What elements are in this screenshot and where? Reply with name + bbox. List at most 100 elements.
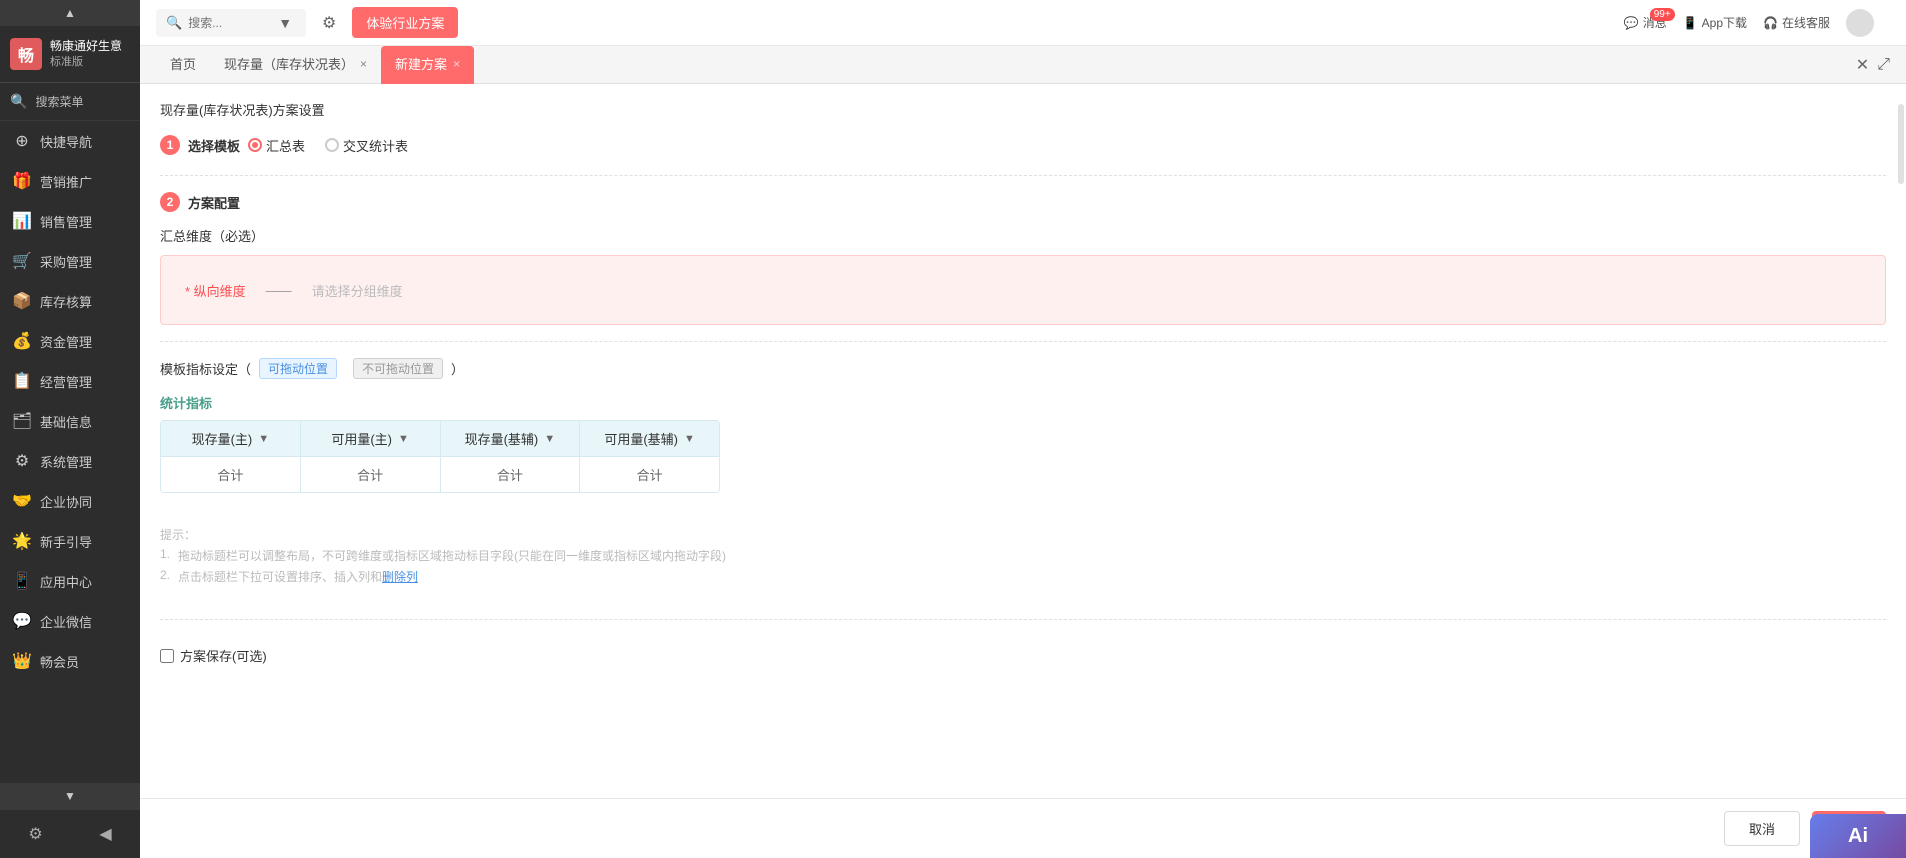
app-icon: 📱 [1683,16,1698,30]
tab-close-all-icon[interactable]: ✕ [1856,55,1869,75]
tab-new-plan-close[interactable]: × [453,57,460,71]
stats-col-body-2: 合计 [441,457,580,492]
sidebar-item-finance[interactable]: 💰 资金管理 [0,321,140,361]
section-divider-1 [160,175,1886,176]
tip-line-2: 2. 点击标题栏下拉可设置排序、插入列和删除列 [160,568,1886,585]
sidebar-item-sales[interactable]: 📊 销售管理 [0,201,140,241]
col-dropdown-0[interactable]: ▼ [258,433,269,445]
message-icon: 💬 [1624,16,1639,30]
main-area: 🔍 ▼ ⚙ 体验行业方案 💬 消息 99+ 📱 App下载 🎧 在线客服 [140,0,1906,858]
sidebar-settings-btn[interactable]: ⚙ [20,820,50,848]
sidebar-item-marketing[interactable]: 🎁 营销推广 [0,161,140,201]
col-dropdown-2[interactable]: ▼ [544,433,555,445]
section1-num: 1 [160,135,180,155]
app-center-icon: 📱 [12,571,32,591]
trial-btn[interactable]: 体验行业方案 [352,7,458,38]
topbar-search-input[interactable] [188,16,268,30]
template-radio-group: 汇总表 交叉统计表 [248,136,408,155]
sidebar-item-app-center[interactable]: 📱 应用中心 [0,561,140,601]
cancel-button[interactable]: 取消 [1724,811,1800,846]
sidebar-item-enterprise[interactable]: 🤝 企业协同 [0,481,140,521]
topbar-online-service[interactable]: 🎧 在线客服 [1763,14,1830,31]
radio-cross[interactable]: 交叉统计表 [325,136,408,155]
stats-col-body-0: 合计 [161,457,300,492]
sidebar-item-basic-info[interactable]: 🗂 基础信息 [0,401,140,441]
radio-summary-dot [248,138,262,152]
topbar-search-area: 🔍 ▼ [156,9,306,37]
tabbar: 首页 现存量（库存状况表） × 新建方案 × ✕ ⤢ [140,46,1906,84]
delete-col-link[interactable]: 删除列 [382,570,418,584]
sidebar-item-new-guide[interactable]: 🌟 新手引导 [0,521,140,561]
tab-expand-icon[interactable]: ⤢ [1877,56,1890,74]
section-choose-template: 1 选择模板 汇总表 交叉统计表 [160,135,1886,155]
sidebar-item-system[interactable]: ⚙ 系统管理 [0,441,140,481]
stats-col-header-2: 现存量(基辅) ▼ [441,421,580,457]
sidebar-nav: ⊕ 快捷导航 🎁 营销推广 📊 销售管理 🛒 采购管理 📦 库存核算 💰 资金管… [0,121,140,783]
sidebar-item-management[interactable]: 📋 经营管理 [0,361,140,401]
topbar-gear-icon[interactable]: ⚙ [318,9,340,37]
sidebar-collapse-btn[interactable]: ◀ [91,820,119,848]
dim-placeholder[interactable]: 请选择分组维度 [312,281,403,300]
section2-title: 方案配置 [188,193,240,212]
radio-summary[interactable]: 汇总表 [248,136,305,155]
enterprise-icon: 🤝 [12,491,32,511]
topbar-search-icon: 🔍 [166,15,182,31]
topbar-avatar[interactable] [1846,9,1874,37]
tab-home[interactable]: 首页 [156,46,210,84]
topbar-right: 💬 消息 99+ 📱 App下载 🎧 在线客服 [1624,9,1890,37]
save-section: 方案保存(可选) [160,636,1886,675]
stats-col-1: 可用量(主) ▼ 合计 [301,421,441,492]
basic-info-icon: 🗂 [12,411,32,431]
sidebar-scroll-down[interactable]: ▼ [0,783,140,809]
app-logo-icon: 畅 [10,38,42,70]
sidebar-item-wechat[interactable]: 💬 企业微信 [0,601,140,641]
management-icon: 📋 [12,371,32,391]
section1-header: 1 选择模板 汇总表 交叉统计表 [160,135,1886,155]
topbar-app-download[interactable]: 📱 App下载 [1683,14,1747,31]
dim-arrow: —— [266,283,292,298]
ai-badge[interactable]: Ai [1810,814,1906,858]
tab-inventory-status-close[interactable]: × [360,57,367,71]
stats-col-body-1: 合计 [301,457,440,492]
stats-col-3: 可用量(基辅) ▼ 合计 [580,421,719,492]
section-plan-config: 2 方案配置 汇总维度（必选） * 纵向维度 —— 请选择分组维度 [160,192,1886,599]
sidebar-item-quick-nav[interactable]: ⊕ 快捷导航 [0,121,140,161]
section-divider-2 [160,341,1886,342]
app-name: 畅康通好生意 标准版 [50,38,122,70]
sidebar-search[interactable]: 🔍 搜索菜单 [0,83,140,121]
stats-table-header: 现存量(主) ▼ 合计 可用量(主) ▼ 合计 [161,421,719,492]
panel: 现存量(库存状况表)方案设置 1 选择模板 汇总表 [140,84,1906,691]
purchase-icon: 🛒 [12,251,32,271]
sidebar: ▲ 畅 畅康通好生意 标准版 🔍 搜索菜单 ⊕ 快捷导航 🎁 营销推广 📊 销售… [0,0,140,858]
sidebar-scroll-up[interactable]: ▲ [0,0,140,26]
panel-scroll-indicator[interactable] [1898,104,1904,184]
sidebar-item-member[interactable]: 👑 畅会员 [0,641,140,681]
radio-cross-dot [325,138,339,152]
sales-icon: 📊 [12,211,32,231]
finance-icon: 💰 [12,331,32,351]
wechat-icon: 💬 [12,611,32,631]
save-label: 方案保存(可选) [180,646,267,665]
save-checkbox[interactable] [160,649,174,663]
topbar-search-dropdown[interactable]: ▼ [274,13,296,33]
section2-num: 2 [160,192,180,212]
sidebar-logo: 畅 畅康通好生意 标准版 [0,26,140,83]
col-dropdown-3[interactable]: ▼ [684,433,695,445]
service-icon: 🎧 [1763,16,1778,30]
col-dropdown-1[interactable]: ▼ [398,433,409,445]
indicator-settings-label: 模板指标设定（ 可拖动位置 不可拖动位置 ） [160,358,1886,379]
sidebar-item-inventory[interactable]: 📦 库存核算 [0,281,140,321]
member-icon: 👑 [12,651,32,671]
tips-section: 提示： 1. 拖动标题栏可以调整布局，不可跨维度或指标区域拖动标目字段(只能在同… [160,516,1886,599]
tab-inventory-status[interactable]: 现存量（库存状况表） × [210,46,381,84]
draggable-tag: 可拖动位置 [259,358,337,379]
topbar: 🔍 ▼ ⚙ 体验行业方案 💬 消息 99+ 📱 App下载 🎧 在线客服 [140,0,1906,46]
tip-line-1: 1. 拖动标题栏可以调整布局，不可跨维度或指标区域拖动标目字段(只能在同一维度或… [160,547,1886,564]
page-title: 现存量(库存状况表)方案设置 [160,100,1886,119]
sidebar-item-purchase[interactable]: 🛒 采购管理 [0,241,140,281]
vertical-dim-label: * 纵向维度 [185,281,246,300]
stats-col-body-3: 合计 [580,457,719,492]
topbar-messages[interactable]: 💬 消息 99+ [1624,14,1667,31]
stats-col-header-1: 可用量(主) ▼ [301,421,440,457]
tab-new-plan[interactable]: 新建方案 × [381,46,474,84]
